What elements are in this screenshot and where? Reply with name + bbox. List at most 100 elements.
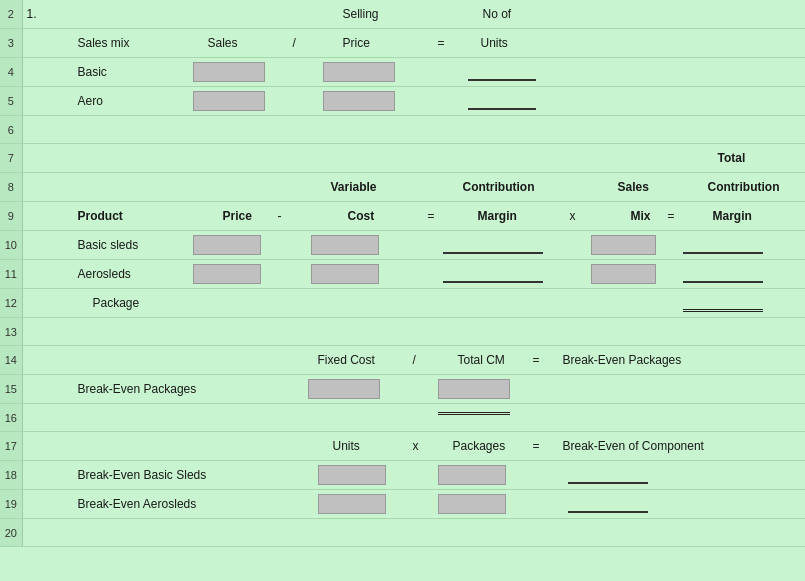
label-one: 1.: [27, 7, 37, 21]
label-aero: Aero: [78, 94, 103, 108]
table-row: 6: [0, 116, 805, 144]
input-units-basic[interactable]: [318, 465, 386, 485]
row-num-8: 8: [0, 173, 22, 202]
row7-content: Total: [22, 144, 805, 173]
input-aero-price-col[interactable]: [193, 264, 261, 284]
row3-content: Sales mix Sales / Price = Units: [22, 29, 805, 58]
label-eq-fc: =: [533, 353, 540, 367]
row-num-13: 13: [0, 318, 22, 346]
row-num-9: 9: [0, 202, 22, 231]
label-break-even-packages: Break-Even Packages: [563, 353, 682, 367]
row10-content: Basic sleds: [22, 231, 805, 260]
input-packages-aero[interactable]: [438, 494, 506, 514]
input-aero-cost[interactable]: [311, 264, 379, 284]
label-product: Product: [78, 209, 123, 223]
table-row: 18 Break-Even Basic Sleds: [0, 461, 805, 490]
table-row: 2 1. Selling No of: [0, 0, 805, 29]
label-total-cm-fc: Total CM: [458, 353, 505, 367]
underline-aero-total-cm: [683, 265, 763, 283]
table-row: 12 Package: [0, 289, 805, 318]
input-basic-price-col[interactable]: [193, 235, 261, 255]
row-num-16: 16: [0, 404, 22, 432]
underline-aero-cm: [443, 265, 543, 283]
row-num-10: 10: [0, 231, 22, 260]
row-num-19: 19: [0, 490, 22, 519]
row-num-20: 20: [0, 519, 22, 547]
table-row: 9 Product Price - Cost = Margin x Mix = …: [0, 202, 805, 231]
table-row: 14 Fixed Cost / Total CM = Break-Even Pa…: [0, 346, 805, 375]
table-row: 19 Break-Even Aerosleds: [0, 490, 805, 519]
row18-content: Break-Even Basic Sleds: [22, 461, 805, 490]
table-row: 3 Sales mix Sales / Price = Units: [0, 29, 805, 58]
row14-content: Fixed Cost / Total CM = Break-Even Packa…: [22, 346, 805, 375]
row-num-6: 6: [0, 116, 22, 144]
row-num-7: 7: [0, 144, 22, 173]
row4-content: Basic: [22, 58, 805, 87]
label-x-units: x: [413, 439, 419, 453]
row12-content: Package: [22, 289, 805, 318]
input-aero-price[interactable]: [323, 91, 395, 111]
underline-breakeven-aero: [568, 495, 648, 513]
table-row: 17 Units x Packages = Break-Even of Comp…: [0, 432, 805, 461]
input-packages-basic[interactable]: [438, 465, 506, 485]
row-num-5: 5: [0, 87, 22, 116]
underline-breakeven-basic: [568, 466, 648, 484]
label-basic: Basic: [78, 65, 107, 79]
label-contribution: Contribution: [463, 180, 535, 194]
label-breakeven-component: Break-Even of Component: [563, 439, 704, 453]
input-basic-sales[interactable]: [193, 62, 265, 82]
input-aero-sales[interactable]: [193, 91, 265, 111]
table-row: 15 Break-Even Packages: [0, 375, 805, 404]
table-row: 7 Total: [0, 144, 805, 173]
row20-content: [22, 519, 805, 547]
input-basic-cost[interactable]: [311, 235, 379, 255]
input-basic-mix[interactable]: [591, 235, 656, 255]
double-underline-total: [683, 294, 763, 312]
label-salesmix: Sales mix: [78, 36, 130, 50]
label-x-sign: x: [570, 209, 576, 223]
table-row: 11 Aerosleds: [0, 260, 805, 289]
row-num-14: 14: [0, 346, 22, 375]
label-sales: Sales: [208, 36, 238, 50]
label-aerosleds: Aerosleds: [78, 267, 131, 281]
input-units-aero[interactable]: [318, 494, 386, 514]
label-basic-sleds: Basic sleds: [78, 238, 139, 252]
input-total-cm[interactable]: [438, 379, 510, 399]
row6-content: [22, 116, 805, 144]
row-num-3: 3: [0, 29, 22, 58]
label-slash-fc: /: [413, 353, 416, 367]
row-num-11: 11: [0, 260, 22, 289]
underline-aero-units: [468, 92, 536, 110]
label-breakeven-aero: Break-Even Aerosleds: [78, 497, 197, 511]
row-num-15: 15: [0, 375, 22, 404]
table-row: 10 Basic sleds: [0, 231, 805, 260]
row16-content: [22, 404, 805, 432]
input-basic-price[interactable]: [323, 62, 395, 82]
row17-content: Units x Packages = Break-Even of Compone…: [22, 432, 805, 461]
label-units2: Units: [333, 439, 360, 453]
row5-content: Aero: [22, 87, 805, 116]
table-row: 8 Variable Contribution Sales Contributi…: [0, 173, 805, 202]
label-eq-units: =: [533, 439, 540, 453]
label-slash: /: [293, 36, 296, 50]
label-noof: No of: [483, 7, 512, 21]
label-variable: Variable: [331, 180, 377, 194]
row-num-12: 12: [0, 289, 22, 318]
table-row: 20: [0, 519, 805, 547]
label-total-header: Total: [718, 151, 746, 165]
table-row: 16: [0, 404, 805, 432]
label-breakeven-basic: Break-Even Basic Sleds: [78, 468, 207, 482]
input-aero-mix[interactable]: [591, 264, 656, 284]
table-row: 4 Basic: [0, 58, 805, 87]
row-num-2: 2: [0, 0, 22, 29]
label-eq-sign: =: [428, 209, 435, 223]
label-packages: Packages: [453, 439, 506, 453]
underline-basic-total-cm: [683, 236, 763, 254]
label-selling: Selling: [343, 7, 379, 21]
label-salesmix-col: Sales: [618, 180, 649, 194]
label-mix: Mix: [631, 209, 651, 223]
row-num-17: 17: [0, 432, 22, 461]
row13-content: [22, 318, 805, 346]
input-fixed-cost[interactable]: [308, 379, 380, 399]
label-margin-col: Margin: [713, 209, 752, 223]
